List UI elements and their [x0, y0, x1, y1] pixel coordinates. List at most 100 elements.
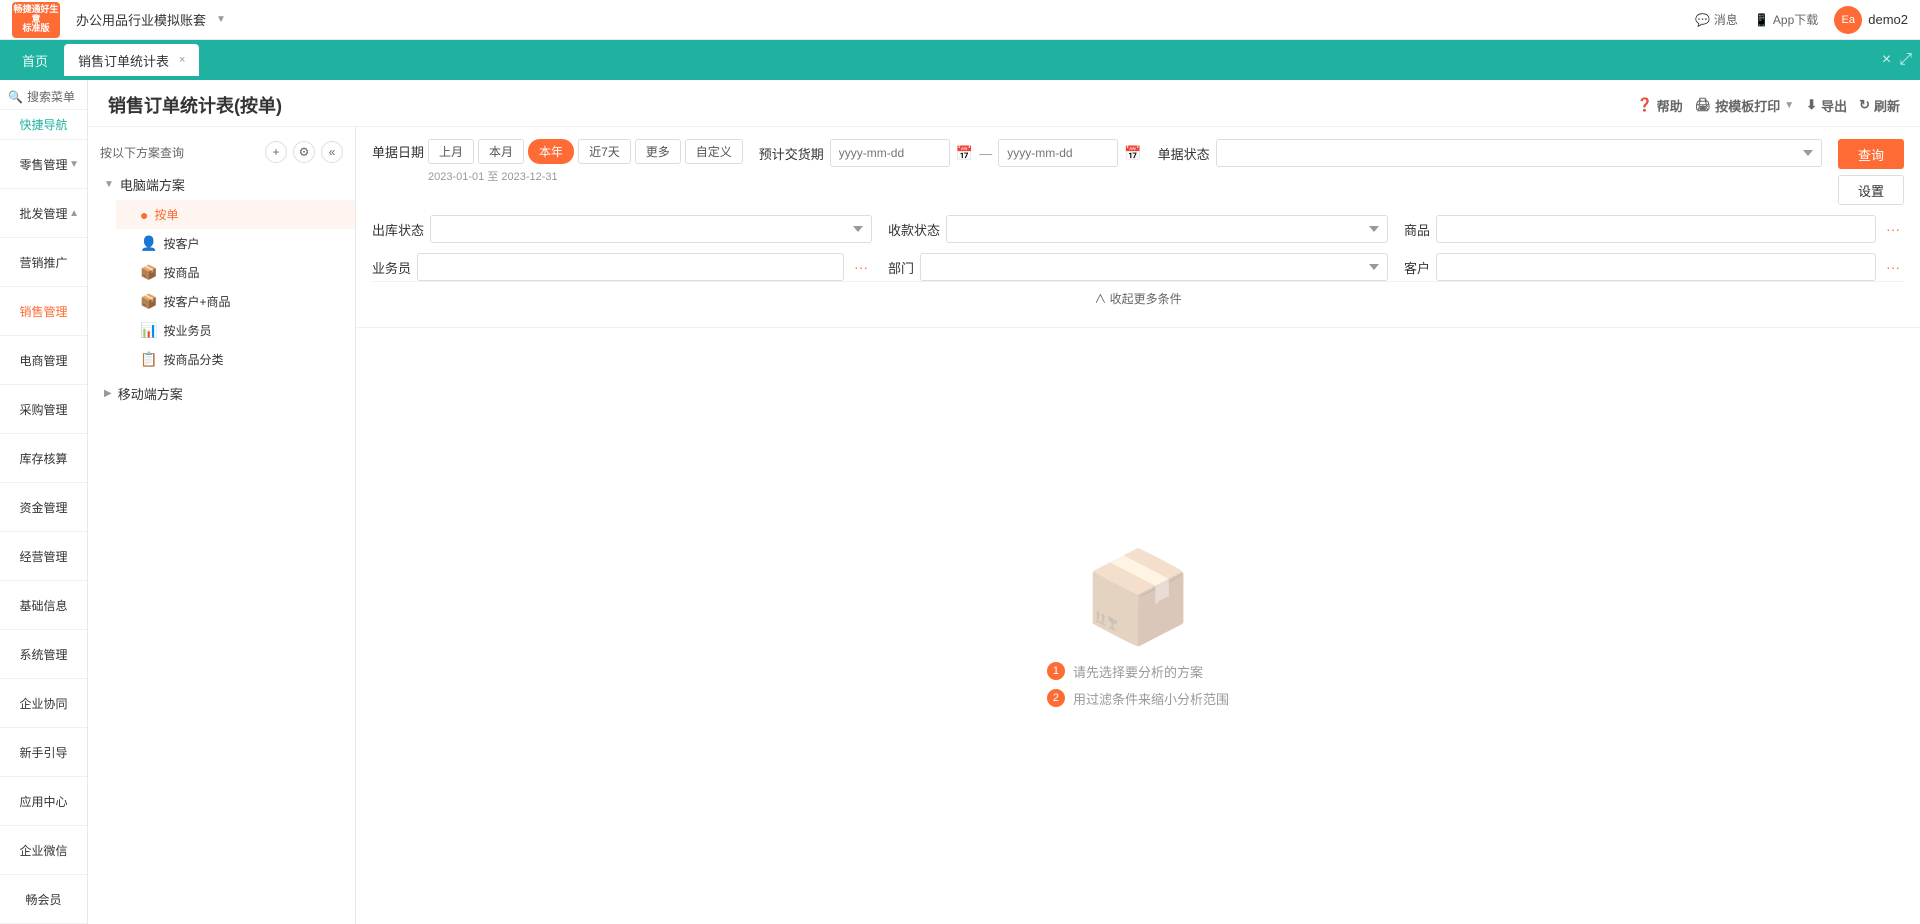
date-btn-custom[interactable]: 自定义	[685, 139, 743, 164]
empty-hint-2: 2 用过滤条件来缩小分析范围	[1047, 689, 1229, 708]
tree-item-by-order[interactable]: ● 按单	[116, 200, 355, 229]
payment-status-select[interactable]	[946, 215, 1388, 243]
quick-nav-label: 快捷导航	[19, 116, 67, 133]
customer-more-icon[interactable]: ···	[1882, 259, 1904, 275]
salesperson-more-icon[interactable]: ···	[850, 259, 872, 275]
user-area[interactable]: Ea demo2	[1834, 6, 1908, 34]
expected-date-end-input[interactable]	[998, 139, 1118, 167]
sidebar-item-finance[interactable]: 资金管理	[0, 487, 87, 527]
sidebar-group-marketing: 营销推广	[0, 238, 87, 287]
avatar: Ea	[1834, 6, 1862, 34]
export-action[interactable]: ⬇ 导出	[1806, 96, 1847, 115]
settings-button[interactable]: 设置	[1838, 175, 1904, 205]
sidebar-item-system[interactable]: 系统管理	[0, 634, 87, 674]
sidebar-item-ecommerce-label: 电商管理	[19, 352, 67, 369]
refresh-action[interactable]: ↻ 刷新	[1859, 96, 1900, 115]
product-more-icon[interactable]: ···	[1882, 221, 1904, 237]
template-print-action[interactable]: 🖨 按模板打印 ▼	[1695, 96, 1794, 115]
by-order-label: 按单	[154, 206, 178, 223]
by-goods-icon: 📦	[140, 264, 157, 281]
order-status-select[interactable]	[1216, 139, 1822, 167]
tree-item-by-goods-category[interactable]: 📋 按商品分类	[116, 345, 355, 374]
sidebar-item-marketing[interactable]: 营销推广	[0, 242, 87, 282]
hint-1-num: 1	[1047, 662, 1065, 680]
salesperson-input[interactable]	[417, 253, 844, 281]
tab-close-icon[interactable]: ×	[179, 54, 185, 66]
top-bar-left: 畅捷通好生意 标准版 办公用品行业模拟账套 ▼	[12, 2, 226, 38]
sidebar-item-operations[interactable]: 经营管理	[0, 536, 87, 576]
add-scheme-btn[interactable]: +	[265, 141, 287, 163]
sidebar-item-member[interactable]: 畅会员	[0, 879, 87, 919]
sidebar-item-enterprise[interactable]: 企业协同	[0, 683, 87, 723]
sidebar-group-inventory: 库存核算	[0, 434, 87, 483]
tree-item-by-salesperson[interactable]: 📊 按业务员	[116, 316, 355, 345]
sidebar-group-wechat: 企业微信	[0, 826, 87, 875]
filter-row-1: 单据日期 上月 本月 本年 近7天 更多 自定义 2023-01-01 至 20…	[372, 139, 1904, 205]
collapse-panel-btn[interactable]: «	[321, 141, 343, 163]
customer-input[interactable]	[1436, 253, 1876, 281]
by-salesperson-label: 按业务员	[163, 322, 211, 339]
hint-2-text: 用过滤条件来缩小分析范围	[1073, 689, 1229, 708]
date-btn-last-month[interactable]: 上月	[428, 139, 474, 164]
delivery-status-select[interactable]	[430, 215, 872, 243]
sidebar-item-purchase[interactable]: 采购管理	[0, 389, 87, 429]
message-action[interactable]: 💬 消息	[1695, 11, 1738, 28]
sidebar-item-wholesale[interactable]: 批发管理 ▲	[0, 193, 87, 233]
sidebar-group-ecommerce: 电商管理	[0, 336, 87, 385]
sidebar-group-basics: 基础信息	[0, 581, 87, 630]
expected-date-start-input[interactable]	[830, 139, 950, 167]
product-input[interactable]	[1436, 215, 1876, 243]
tree-item-by-customer[interactable]: 👤 按客户	[116, 229, 355, 258]
edit-scheme-btn[interactable]: ⚙	[293, 141, 315, 163]
tree-section-pc[interactable]: ▼ 电脑端方案	[88, 169, 355, 200]
query-button[interactable]: 查询	[1838, 139, 1904, 169]
tab-bar: 首页 销售订单统计表 × × ⤢	[0, 40, 1920, 80]
sidebar-item-appcenter-label: 应用中心	[19, 793, 67, 810]
filter-section: 单据日期 上月 本月 本年 近7天 更多 自定义 2023-01-01 至 20…	[356, 127, 1920, 328]
by-goods-label: 按商品	[163, 264, 199, 281]
app-dropdown-arrow[interactable]: ▼	[216, 14, 226, 25]
customer-label: 客户	[1404, 258, 1430, 277]
sidebar-item-enterprise-label: 企业协同	[19, 695, 67, 712]
date-btn-this-year[interactable]: 本年	[528, 139, 574, 164]
sidebar-item-wechat-label: 企业微信	[19, 842, 67, 859]
tree-item-by-customer-goods[interactable]: 📦 按客户+商品	[116, 287, 355, 316]
date-range-display: 2023-01-01 至 2023-12-31	[372, 168, 743, 184]
sidebar-item-basics[interactable]: 基础信息	[0, 585, 87, 625]
sidebar-item-retail[interactable]: 零售管理 ▼	[0, 144, 87, 184]
sidebar-item-wechat[interactable]: 企业微信	[0, 830, 87, 870]
empty-state: 📦 1 请先选择要分析的方案 2 用过滤条件来缩小分析范围	[356, 328, 1920, 924]
sidebar-item-sales[interactable]: 销售管理	[0, 291, 87, 331]
search-menu-label: 搜索菜单	[27, 88, 75, 105]
download-action[interactable]: 📱 App下载	[1754, 11, 1818, 28]
sidebar-group-retail: 零售管理 ▼	[0, 140, 87, 189]
retail-arrow-icon: ▼	[69, 159, 79, 170]
sidebar-item-ecommerce[interactable]: 电商管理	[0, 340, 87, 380]
empty-illustration: 📦	[1082, 545, 1194, 650]
sidebar-item-inventory[interactable]: 库存核算	[0, 438, 87, 478]
page-title: 销售订单统计表(按单)	[108, 92, 282, 118]
search-menu-item[interactable]: 🔍 搜索菜单	[0, 80, 87, 110]
left-panel-title: 按以下方案查询	[100, 144, 259, 161]
collapse-bar[interactable]: ∧ 收起更多条件	[372, 281, 1904, 315]
sidebar-item-appcenter[interactable]: 应用中心	[0, 781, 87, 821]
date-btn-more[interactable]: 更多	[635, 139, 681, 164]
tree-section-mobile[interactable]: ▶ 移动端方案	[88, 378, 355, 409]
date-label: 单据日期	[372, 142, 424, 161]
tab-home[interactable]: 首页	[8, 44, 62, 76]
app-name: 办公用品行业模拟账套	[76, 10, 206, 29]
date-btn-this-month[interactable]: 本月	[478, 139, 524, 164]
date-btn-last-7-days[interactable]: 近7天	[578, 139, 631, 164]
sidebar-quick-nav[interactable]: 快捷导航	[0, 110, 87, 140]
sidebar-item-newbie[interactable]: 新手引导	[0, 732, 87, 772]
sidebar-group-finance: 资金管理	[0, 483, 87, 532]
message-icon: 💬	[1695, 13, 1710, 27]
tree-item-by-goods[interactable]: 📦 按商品	[116, 258, 355, 287]
department-select[interactable]	[920, 253, 1388, 281]
window-close-icon[interactable]: ×	[1882, 51, 1891, 69]
tab-sales-order[interactable]: 销售订单统计表 ×	[64, 44, 199, 76]
window-expand-icon[interactable]: ⤢	[1899, 51, 1912, 69]
mobile-section-label: 移动端方案	[118, 384, 183, 403]
help-action[interactable]: ❓ 帮助	[1637, 96, 1683, 115]
sidebar-item-marketing-label: 营销推广	[19, 254, 67, 271]
